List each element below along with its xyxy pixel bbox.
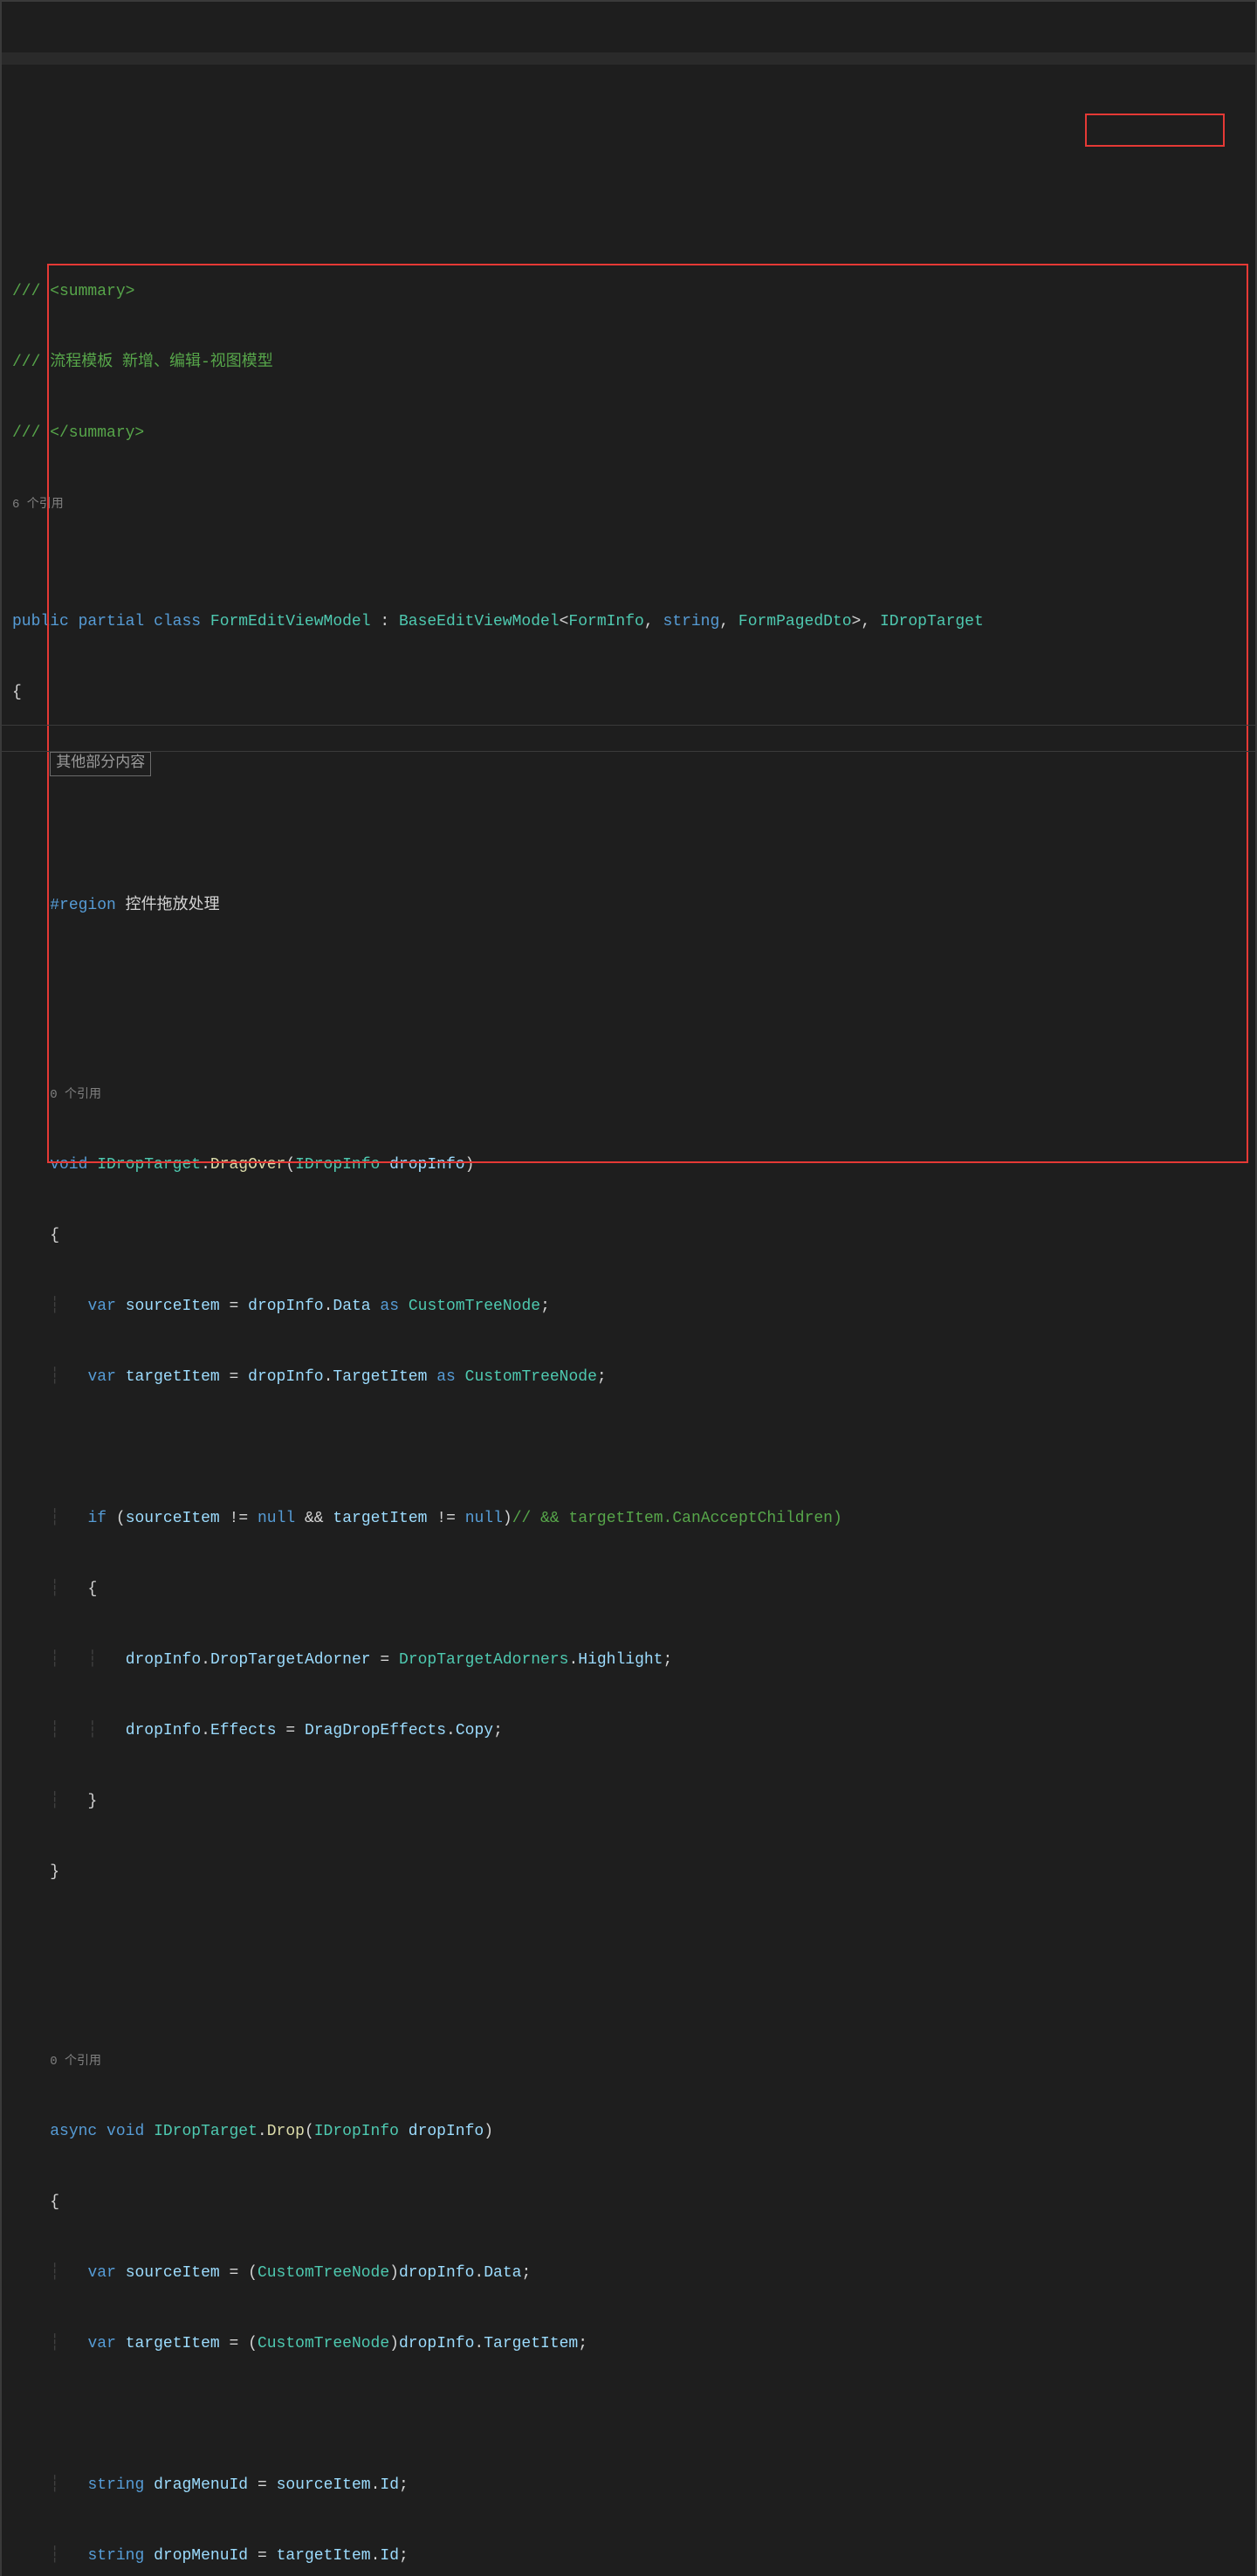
xmldoc-open: /// <summary> bbox=[12, 283, 134, 300]
xmldoc-close: /// </summary> bbox=[12, 424, 144, 442]
xmldoc-body: /// 流程模板 新增、编辑-视图模型 bbox=[12, 354, 273, 371]
editor-guide-line bbox=[2, 725, 1255, 726]
highlight-box-region bbox=[47, 264, 1248, 1163]
method-dragover: void IDropTarget.DragOver(IDropInfo drop… bbox=[2, 1154, 1255, 1177]
highlight-box-interface bbox=[1085, 114, 1225, 147]
codelens-refs[interactable]: 0 个引用 bbox=[50, 1088, 101, 1102]
region-keyword: #region bbox=[50, 897, 116, 914]
method-drop: async void IDropTarget.Drop(IDropInfo dr… bbox=[2, 2120, 1255, 2144]
code-editor[interactable]: /// <summary> /// 流程模板 新增、编辑-视图模型 /// </… bbox=[0, 0, 1257, 2576]
region-label: 控件拖放处理 bbox=[126, 897, 220, 914]
class-declaration: public partial class FormEditViewModel :… bbox=[2, 610, 1255, 634]
codelens-refs[interactable]: 0 个引用 bbox=[50, 2055, 101, 2069]
tab-strip bbox=[2, 52, 1255, 65]
interface-name: IDropTarget bbox=[880, 613, 984, 630]
codelens-refs[interactable]: 6 个引用 bbox=[12, 498, 64, 512]
collapsed-region[interactable]: 其他部分内容 bbox=[50, 752, 151, 776]
